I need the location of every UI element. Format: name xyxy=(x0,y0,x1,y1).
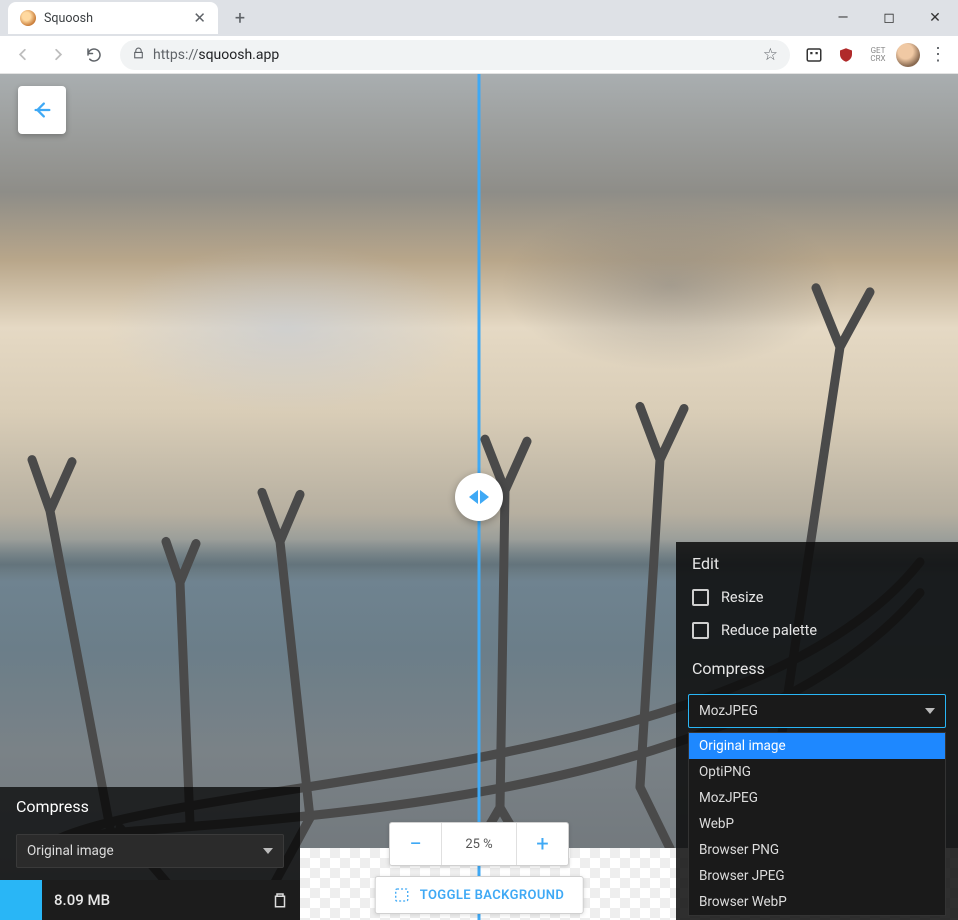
left-compress-header: Compress xyxy=(0,787,300,826)
left-codec-select[interactable]: Original image xyxy=(16,834,284,868)
nav-reload-button[interactable] xyxy=(78,39,110,71)
window-controls: — ◻ ✕ xyxy=(820,2,958,34)
clipboard-icon xyxy=(271,891,289,909)
codec-option[interactable]: Browser PNG xyxy=(689,837,945,863)
zoom-out-button[interactable]: − xyxy=(390,823,442,865)
codec-dropdown: Original imageOptiPNGMozJPEGWebPBrowser … xyxy=(688,732,946,916)
download-icon xyxy=(11,890,31,910)
favicon-icon xyxy=(20,10,36,26)
codec-option[interactable]: MozJPEG xyxy=(689,785,945,811)
nav-back-button[interactable] xyxy=(6,39,38,71)
arrow-left-icon xyxy=(13,45,32,64)
codec-option[interactable]: Browser JPEG xyxy=(689,863,945,889)
nav-forward-button[interactable] xyxy=(42,39,74,71)
chevron-down-icon xyxy=(925,708,935,714)
reduce-palette-label: Reduce palette xyxy=(721,622,817,639)
window-maximize-button[interactable]: ◻ xyxy=(866,2,912,34)
zoom-in-button[interactable]: + xyxy=(516,823,568,865)
browser-tab[interactable]: Squoosh ✕ xyxy=(8,2,218,34)
zoom-value: 25 % xyxy=(442,823,516,865)
window-close-button[interactable]: ✕ xyxy=(912,2,958,34)
chevron-down-icon xyxy=(263,848,273,854)
filesize-label: 8.09 MB xyxy=(42,880,260,920)
resize-label: Resize xyxy=(721,589,763,606)
window-minimize-button[interactable]: — xyxy=(820,2,866,34)
right-codec-value: MozJPEG xyxy=(699,703,758,719)
right-panel: Edit Resize Reduce palette Compress MozJ… xyxy=(676,542,958,920)
left-codec-value: Original image xyxy=(27,843,114,859)
app-viewport: Compress Original image 8.09 MB Edit xyxy=(0,74,958,920)
toggle-background-button[interactable]: TOGGLE BACKGROUND xyxy=(375,876,584,914)
download-button[interactable] xyxy=(0,880,42,920)
arrow-left-icon xyxy=(31,99,53,121)
new-tab-button[interactable]: + xyxy=(226,4,254,32)
address-bar[interactable]: https://squoosh.app ☆ xyxy=(120,40,790,70)
lock-icon xyxy=(132,47,145,63)
browser-menu-button[interactable]: ⋮ xyxy=(924,44,952,65)
arrow-right-icon xyxy=(49,45,68,64)
zoom-control: − 25 % + xyxy=(389,822,569,866)
copy-button[interactable] xyxy=(260,880,300,920)
tab-close-icon[interactable]: ✕ xyxy=(193,9,206,27)
url-text: https://squoosh.app xyxy=(153,47,279,63)
left-panel: Compress Original image 8.09 MB xyxy=(0,787,300,920)
reload-icon xyxy=(85,46,103,64)
checkbox-icon xyxy=(692,622,709,639)
edit-header: Edit xyxy=(676,542,958,581)
browser-toolbar: https://squoosh.app ☆ GETCRX ⋮ xyxy=(0,36,958,74)
left-status-bar: 8.09 MB xyxy=(0,880,300,920)
codec-option[interactable]: WebP xyxy=(689,811,945,837)
chevron-right-icon xyxy=(480,490,489,504)
right-codec-select[interactable]: MozJPEG xyxy=(688,694,946,728)
codec-option[interactable]: Browser WebP xyxy=(689,889,945,915)
background-icon xyxy=(394,887,410,903)
back-button[interactable] xyxy=(18,86,66,134)
resize-checkbox-row[interactable]: Resize xyxy=(676,581,958,614)
checkbox-icon xyxy=(692,589,709,606)
extension-text-icon[interactable]: GETCRX xyxy=(864,41,892,69)
tab-title: Squoosh xyxy=(44,11,93,26)
bookmark-star-icon[interactable]: ☆ xyxy=(763,45,778,65)
profile-avatar[interactable] xyxy=(896,43,920,67)
browser-tabbar: Squoosh ✕ + — ◻ ✕ xyxy=(0,0,958,36)
codec-option[interactable]: Original image xyxy=(689,733,945,759)
chevron-left-icon xyxy=(469,490,478,504)
codec-option[interactable]: OptiPNG xyxy=(689,759,945,785)
comparison-handle[interactable] xyxy=(455,473,503,521)
extension-shield-icon[interactable] xyxy=(832,41,860,69)
toggle-background-label: TOGGLE BACKGROUND xyxy=(420,888,565,903)
reduce-palette-checkbox-row[interactable]: Reduce palette xyxy=(676,614,958,647)
extension-icon[interactable] xyxy=(800,41,828,69)
right-compress-header: Compress xyxy=(676,647,958,686)
